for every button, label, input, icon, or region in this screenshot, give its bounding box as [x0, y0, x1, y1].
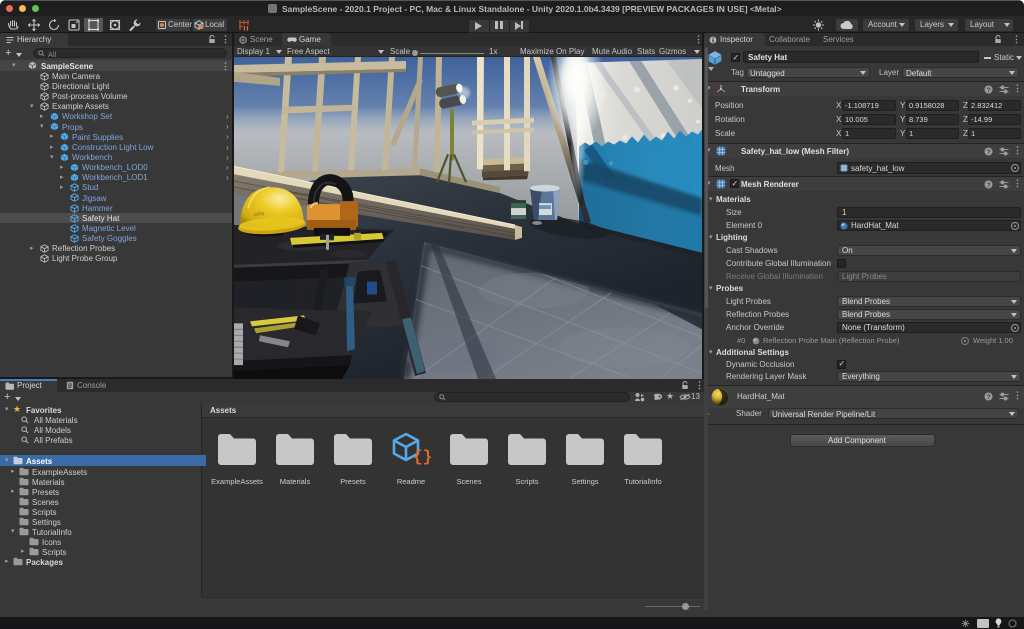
- svg-text:?: ?: [987, 182, 991, 189]
- svg-text:?: ?: [987, 394, 991, 401]
- svg-text:?: ?: [987, 87, 991, 94]
- svg-text:{}: {}: [413, 448, 432, 466]
- svg-text:?: ?: [987, 149, 991, 156]
